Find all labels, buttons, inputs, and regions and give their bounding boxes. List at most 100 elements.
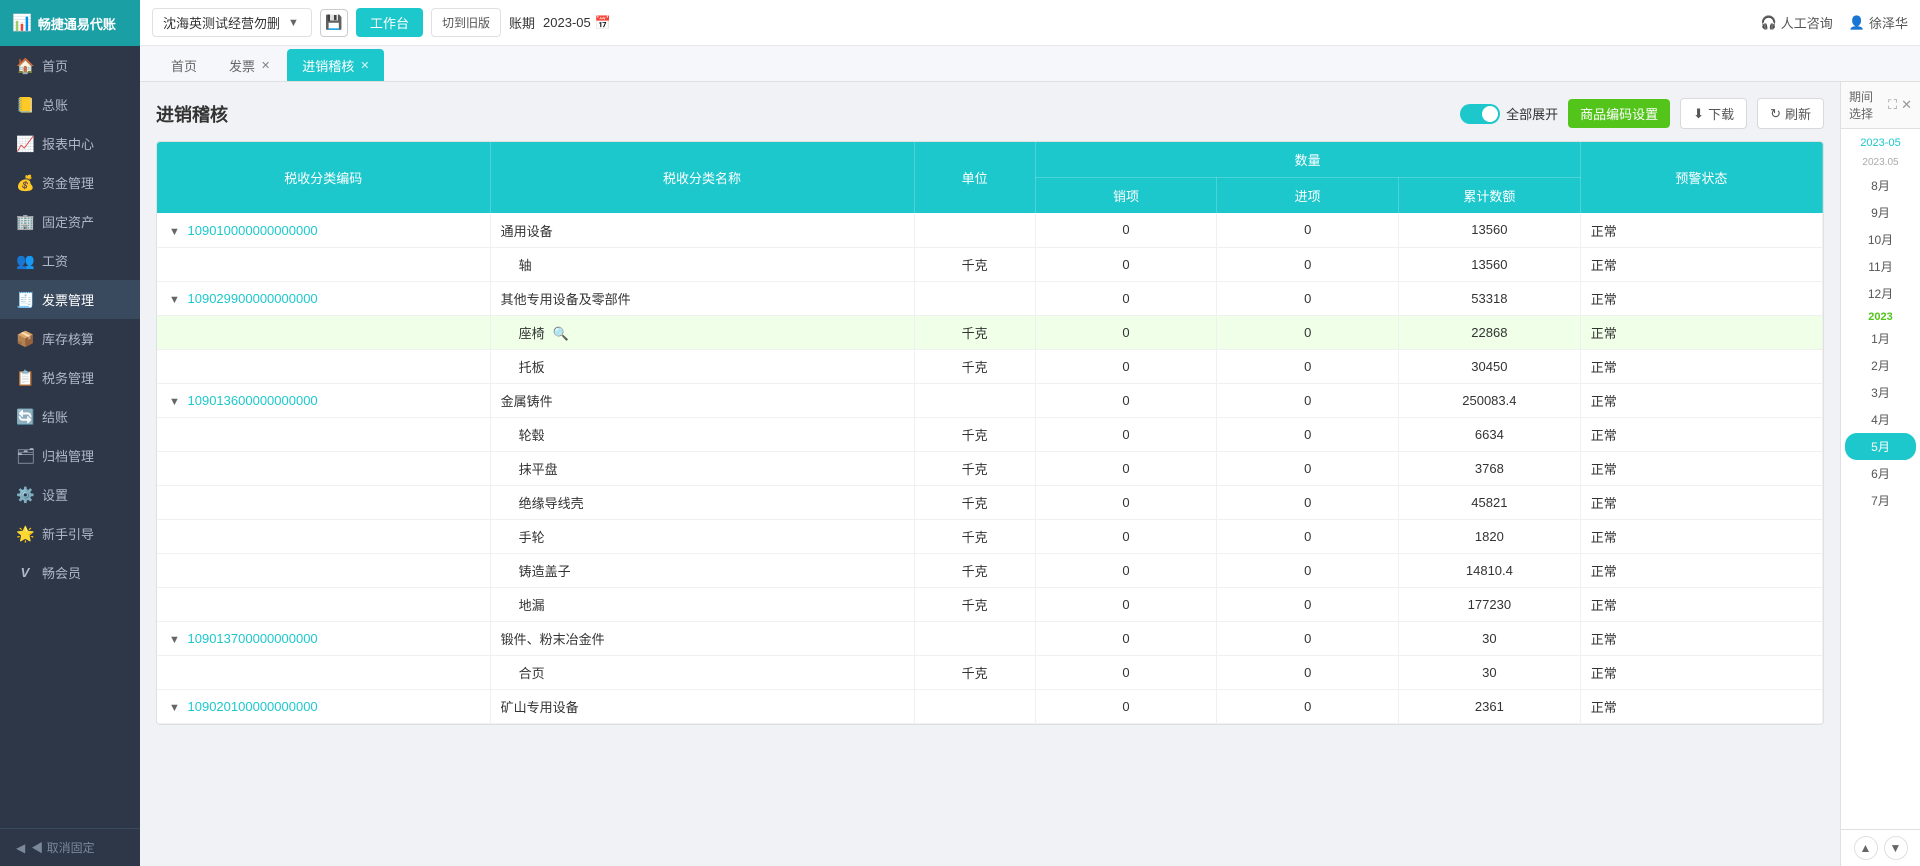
headset-icon: 🎧 <box>1761 15 1777 31</box>
toggle-track[interactable] <box>1460 104 1500 124</box>
home-icon: 🏠 <box>16 57 34 75</box>
row-name: 合页 <box>490 655 914 689</box>
page-title-row: 进销稽核 全部展开 商品编码设置 ⬇ 下载 ↻ 刷 <box>156 98 1824 129</box>
period-item-6[interactable]: 6月 <box>1841 460 1920 487</box>
col-header-total: 累计数额 <box>1399 178 1581 214</box>
col-header-code: 税收分类编码 <box>157 142 490 213</box>
period-item-5[interactable]: 5月 <box>1845 433 1916 460</box>
close-icon[interactable]: ✕ <box>261 59 270 72</box>
guide-icon: 🌟 <box>16 525 34 543</box>
sidebar-item-label: 资金管理 <box>42 173 94 192</box>
tab-reconcile[interactable]: 进销稽核 ✕ <box>287 49 384 81</box>
sidebar-item-assets[interactable]: 🏢 固定资产 <box>0 202 140 241</box>
period-item-4[interactable]: 4月 <box>1841 406 1920 433</box>
row-total: 250083.4 <box>1399 383 1581 417</box>
collapse-icon[interactable]: ▼ <box>169 396 180 408</box>
expand-icon[interactable]: ⛶ <box>1888 97 1897 113</box>
period-item-3[interactable]: 3月 <box>1841 379 1920 406</box>
row-sales: 0 <box>1035 213 1217 247</box>
period-item-8[interactable]: 8月 <box>1841 172 1920 199</box>
save-button[interactable]: 💾 <box>320 9 348 37</box>
sidebar-item-member[interactable]: V 畅会员 <box>0 553 140 592</box>
row-purchase: 0 <box>1217 247 1399 281</box>
row-name: 座椅🔍 <box>490 315 914 349</box>
sidebar-item-settings[interactable]: ⚙️ 设置 <box>0 475 140 514</box>
row-purchase: 0 <box>1217 281 1399 315</box>
col-header-unit: 单位 <box>914 142 1035 213</box>
row-sales: 0 <box>1035 417 1217 451</box>
period-next-btn[interactable]: ▼ <box>1884 836 1908 860</box>
ledger-icon: 📒 <box>16 96 34 114</box>
period-item-10[interactable]: 10月 <box>1841 226 1920 253</box>
period-item-12[interactable]: 12月 <box>1841 280 1920 307</box>
company-selector[interactable]: 沈海英测试经营勿删 ▼ <box>152 8 312 37</box>
workspace-button[interactable]: 工作台 <box>356 8 423 37</box>
close-panel-icon[interactable]: ✕ <box>1901 97 1912 113</box>
tab-invoice[interactable]: 发票 ✕ <box>214 49 285 81</box>
row-status: 正常 <box>1580 553 1822 587</box>
period-item-1[interactable]: 1月 <box>1841 325 1920 352</box>
archive-icon: 🗂 <box>16 447 34 465</box>
row-status: 正常 <box>1580 417 1822 451</box>
close-icon[interactable]: ✕ <box>360 59 369 72</box>
sidebar-item-tax[interactable]: 📋 税务管理 <box>0 358 140 397</box>
period-item-2[interactable]: 2月 <box>1841 352 1920 379</box>
tab-invoice-label: 发票 <box>229 56 255 75</box>
row-sales: 0 <box>1035 587 1217 621</box>
sidebar-item-funds[interactable]: 💰 资金管理 <box>0 163 140 202</box>
sidebar-item-reports[interactable]: 📈 报表中心 <box>0 124 140 163</box>
sidebar-item-payroll[interactable]: 👥 工资 <box>0 241 140 280</box>
member-icon: V <box>16 565 34 580</box>
service-btn[interactable]: 🎧 人工咨询 <box>1761 13 1833 32</box>
row-code: ▼ 109013700000000000 <box>157 621 490 655</box>
period-item-11[interactable]: 11月 <box>1841 253 1920 280</box>
sidebar-item-ledger[interactable]: 📒 总账 <box>0 85 140 124</box>
search-icon[interactable]: 🔍 <box>553 326 569 341</box>
table-row: 绝缘导线壳 千克 0 0 45821 正常 <box>157 485 1823 519</box>
row-purchase: 0 <box>1217 213 1399 247</box>
row-name: 绝缘导线壳 <box>490 485 914 519</box>
refresh-btn[interactable]: ↻ 刷新 <box>1757 98 1824 129</box>
row-unit: 千克 <box>914 485 1035 519</box>
collapse-icon[interactable]: ▼ <box>169 702 180 714</box>
sidebar-item-invoice[interactable]: 🧾 发票管理 <box>0 280 140 319</box>
row-total: 30450 <box>1399 349 1581 383</box>
product-code-btn[interactable]: 商品编码设置 <box>1568 99 1670 128</box>
row-status: 正常 <box>1580 655 1822 689</box>
row-total: 30 <box>1399 655 1581 689</box>
page-content: 进销稽核 全部展开 商品编码设置 ⬇ 下载 ↻ 刷 <box>140 82 1840 866</box>
oldver-button[interactable]: 切到旧版 <box>431 8 501 37</box>
expand-toggle[interactable]: 全部展开 <box>1460 104 1558 124</box>
row-purchase: 0 <box>1217 621 1399 655</box>
settings-icon: ⚙️ <box>16 486 34 504</box>
sidebar-item-label: 设置 <box>42 485 68 504</box>
row-status: 正常 <box>1580 621 1822 655</box>
collapse-icon[interactable]: ▼ <box>169 226 180 238</box>
period-item-7[interactable]: 7月 <box>1841 487 1920 514</box>
row-name: 手轮 <box>490 519 914 553</box>
tab-home[interactable]: 首页 <box>156 49 212 81</box>
sidebar-item-inventory[interactable]: 📦 库存核算 <box>0 319 140 358</box>
sidebar-item-guide[interactable]: 🌟 新手引导 <box>0 514 140 553</box>
topbar-right: 🎧 人工咨询 👤 徐泽华 <box>1761 13 1908 32</box>
user-menu[interactable]: 👤 徐泽华 <box>1849 13 1908 32</box>
table-row: 手轮 千克 0 0 1820 正常 <box>157 519 1823 553</box>
download-btn[interactable]: ⬇ 下载 <box>1680 98 1747 129</box>
period-item-9[interactable]: 9月 <box>1841 199 1920 226</box>
row-unit: 千克 <box>914 247 1035 281</box>
collapse-icon[interactable]: ▼ <box>169 294 180 306</box>
sidebar-item-home[interactable]: 🏠 首页 <box>0 46 140 85</box>
row-code: ▼ 109029900000000000 <box>157 281 490 315</box>
sidebar-item-settle[interactable]: 🔄 结账 <box>0 397 140 436</box>
row-sales: 0 <box>1035 621 1217 655</box>
collapse-icon[interactable]: ▼ <box>169 634 180 646</box>
period-prev-btn[interactable]: ▲ <box>1854 836 1878 860</box>
topbar: 沈海英测试经营勿删 ▼ 💾 工作台 切到旧版 账期 2023-05 📅 🎧 人工… <box>140 0 1920 46</box>
sidebar-item-label: 发票管理 <box>42 290 94 309</box>
row-total: 30 <box>1399 621 1581 655</box>
calendar-icon[interactable]: 📅 <box>595 15 611 31</box>
sidebar-item-label: 库存核算 <box>42 329 94 348</box>
sidebar-collapse-btn[interactable]: ◀ ◀ 取消固定 <box>0 828 140 866</box>
row-status: 正常 <box>1580 315 1822 349</box>
sidebar-item-archive[interactable]: 🗂 归档管理 <box>0 436 140 475</box>
